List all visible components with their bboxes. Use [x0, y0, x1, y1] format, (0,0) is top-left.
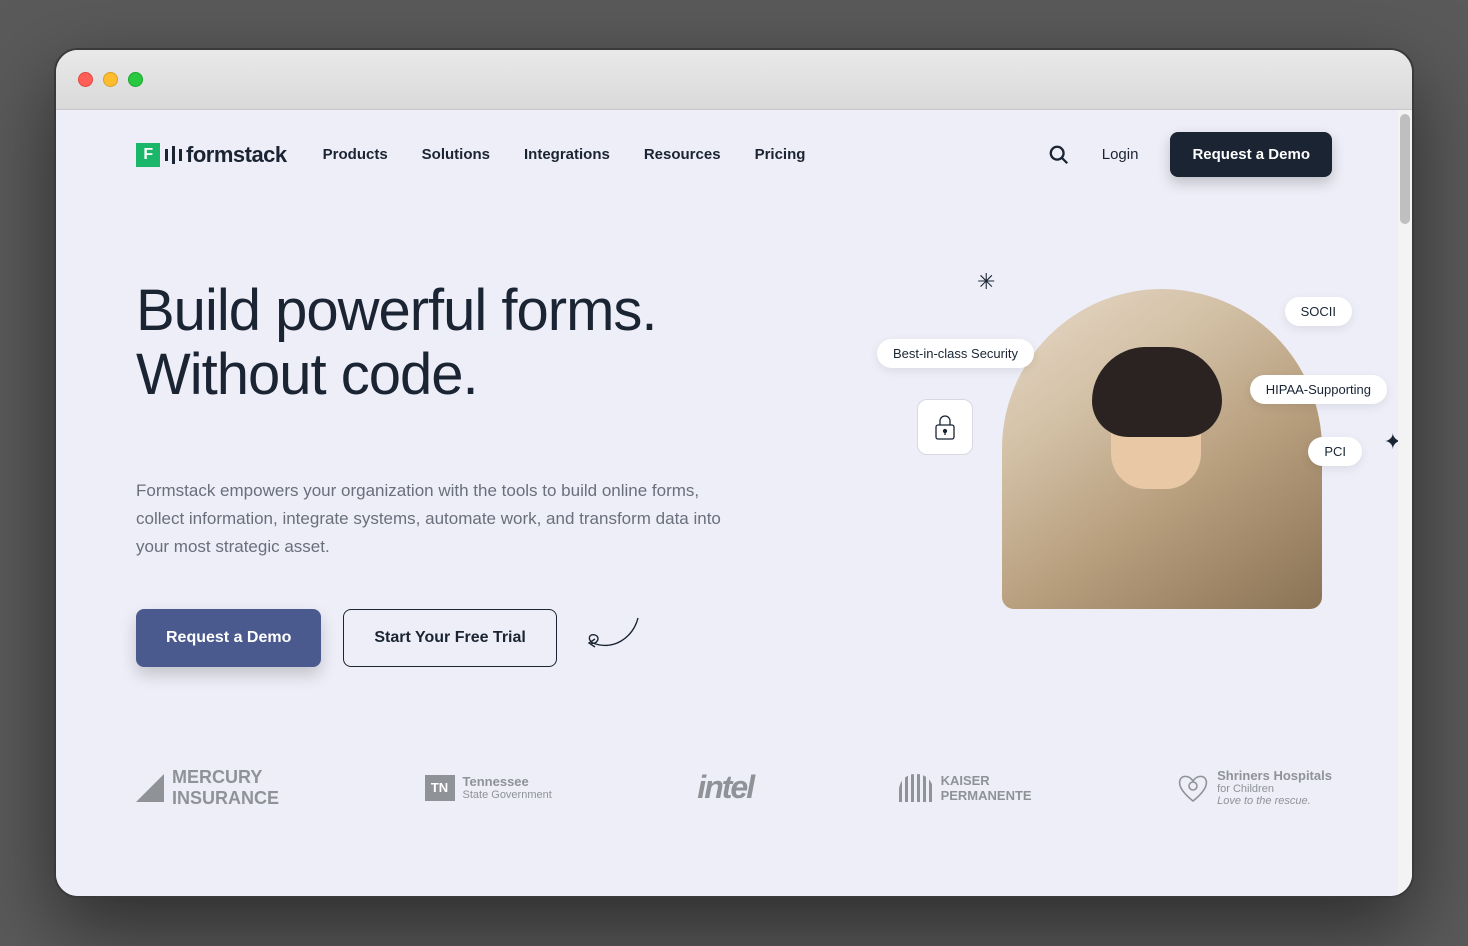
top-nav: F formstack Products Solutions Integrati… — [56, 110, 1412, 199]
logo-intel: intel — [697, 769, 753, 806]
browser-window: F formstack Products Solutions Integrati… — [54, 48, 1414, 898]
nav-pricing[interactable]: Pricing — [755, 146, 806, 163]
brand-name: formstack — [186, 142, 287, 168]
maximize-window-button[interactable] — [128, 72, 143, 87]
nav-solutions[interactable]: Solutions — [422, 146, 490, 163]
hero-right: ✳ ✦ Best-in-class Security SOCII HIPAA-S… — [892, 279, 1332, 667]
heart-icon — [1177, 773, 1209, 803]
logo-kaiser-permanente: KAISER PERMANENTE — [899, 773, 1032, 803]
minimize-window-button[interactable] — [103, 72, 118, 87]
badge-hipaa: HIPAA-Supporting — [1250, 375, 1387, 404]
start-free-trial-button[interactable]: Start Your Free Trial — [343, 609, 556, 667]
request-demo-nav-button[interactable]: Request a Demo — [1170, 132, 1332, 177]
login-link[interactable]: Login — [1102, 146, 1139, 163]
arrow-squiggle-icon — [583, 613, 643, 663]
logo-shriners: Shriners Hospitals for Children Love to … — [1177, 768, 1332, 807]
shriners-line1: Shriners Hospitals — [1217, 768, 1332, 783]
nav-right: Login Request a Demo — [1048, 132, 1332, 177]
kaiser-icon — [899, 774, 933, 802]
hero-headline: Build powerful forms. Without code. — [136, 279, 872, 407]
hero-headline-line1: Build powerful forms. — [136, 278, 657, 343]
search-icon[interactable] — [1048, 144, 1070, 166]
nav-integrations[interactable]: Integrations — [524, 146, 610, 163]
badge-security: Best-in-class Security — [877, 339, 1034, 368]
kaiser-line1: KAISER — [941, 773, 1032, 788]
request-demo-button[interactable]: Request a Demo — [136, 609, 321, 667]
tn-icon: TN — [425, 775, 455, 801]
intel-text: intel — [697, 769, 753, 806]
hero-image — [1002, 289, 1322, 609]
badge-pci: PCI — [1308, 437, 1362, 466]
close-window-button[interactable] — [78, 72, 93, 87]
nav-products[interactable]: Products — [323, 146, 388, 163]
lock-card — [917, 399, 973, 455]
tn-line2: State Government — [463, 789, 552, 801]
mercury-line1: MERCURY — [172, 767, 279, 788]
hero-headline-line2: Without code. — [136, 342, 478, 407]
hero-section: Build powerful forms. Without code. Form… — [56, 199, 1412, 707]
hero-ctas: Request a Demo Start Your Free Trial — [136, 609, 872, 667]
tn-line1: Tennessee — [463, 774, 552, 789]
shriners-line2: for Children — [1217, 783, 1332, 795]
scrollbar-thumb[interactable] — [1400, 114, 1410, 224]
hero-left: Build powerful forms. Without code. Form… — [136, 279, 872, 667]
lock-icon — [932, 412, 958, 442]
brand-logo[interactable]: F formstack — [136, 142, 287, 168]
kaiser-line2: PERMANENTE — [941, 788, 1032, 803]
mercury-line2: INSURANCE — [172, 788, 279, 809]
window-titlebar — [56, 50, 1412, 110]
nav-links: Products Solutions Integrations Resource… — [323, 146, 806, 163]
logo-mercury-insurance: MERCURY INSURANCE — [136, 767, 279, 809]
hero-subtext: Formstack empowers your organization wit… — [136, 477, 726, 561]
logo-tick-icon — [179, 149, 182, 161]
logo-tennessee-gov: TN Tennessee State Government — [425, 774, 552, 801]
client-logos: MERCURY INSURANCE TN Tennessee State Gov… — [56, 747, 1412, 809]
mercury-icon — [136, 774, 164, 802]
logo-tick-icon — [165, 149, 168, 161]
page-viewport: F formstack Products Solutions Integrati… — [56, 110, 1412, 896]
scrollbar[interactable] — [1398, 110, 1412, 896]
badge-socii: SOCII — [1285, 297, 1352, 326]
formstack-icon: F — [136, 143, 160, 167]
nav-resources[interactable]: Resources — [644, 146, 721, 163]
sparkle-icon: ✳ — [977, 269, 995, 295]
logo-tick-icon — [172, 146, 175, 164]
shriners-line3: Love to the rescue. — [1217, 795, 1332, 807]
